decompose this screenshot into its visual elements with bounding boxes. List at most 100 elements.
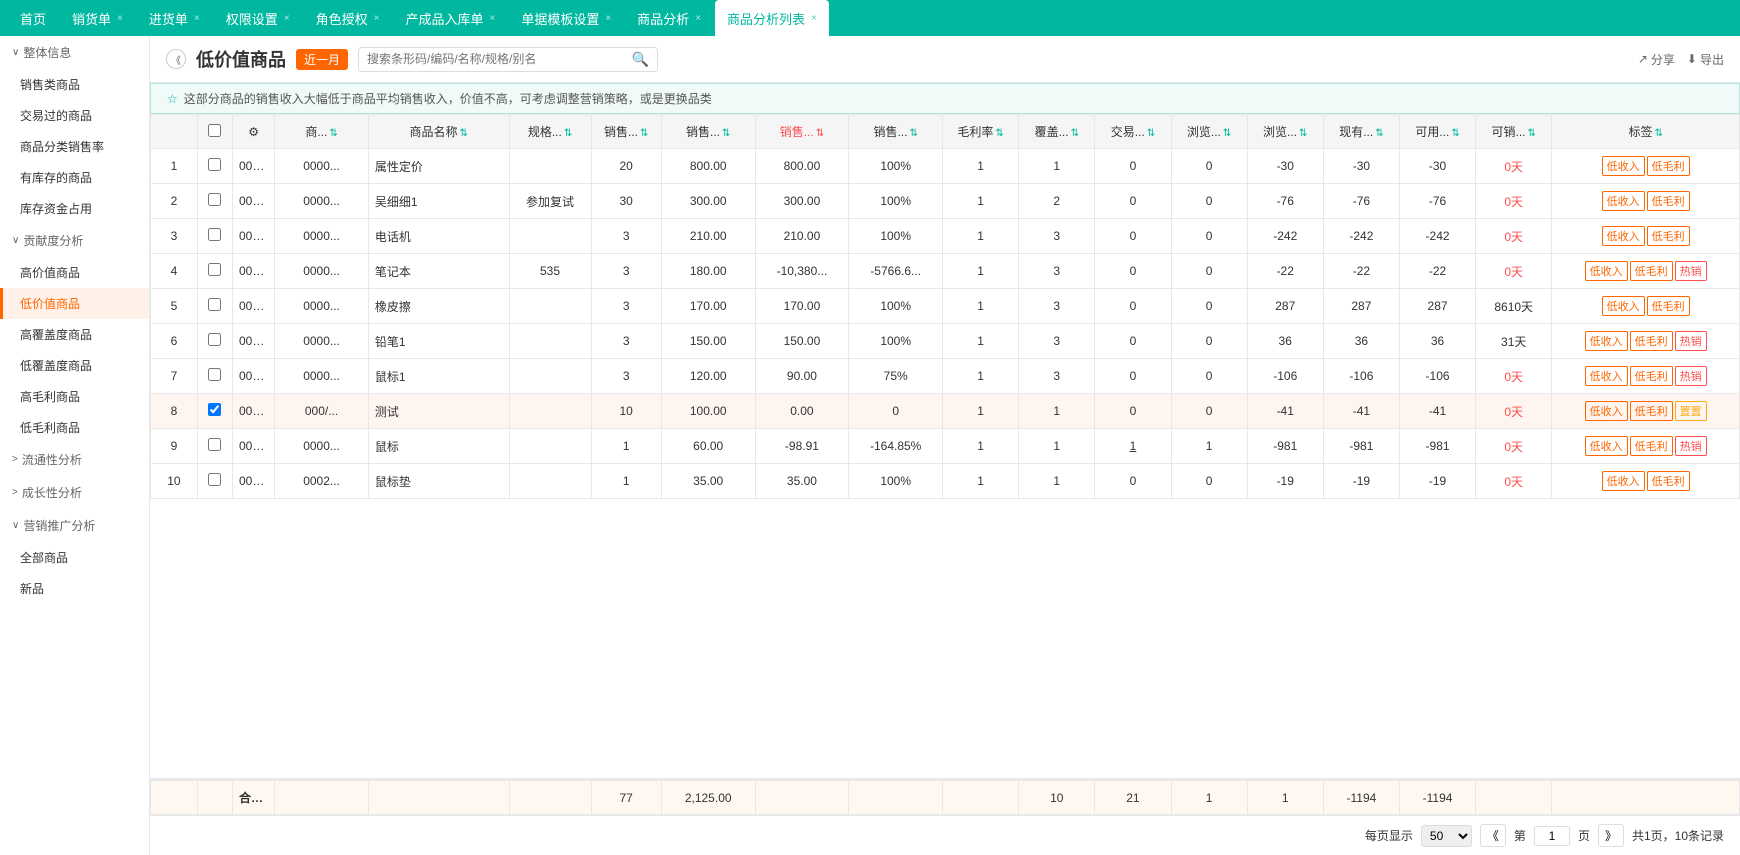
col-browse2-header[interactable]: 浏览...⇅: [1247, 115, 1323, 149]
row-checkbox[interactable]: [208, 473, 221, 486]
sidebar-group-marketing[interactable]: ∨ 营销推广分析: [0, 509, 149, 542]
col-tag-header[interactable]: 标签⇅: [1552, 115, 1740, 149]
col-sales-val1-header[interactable]: 销售...⇅: [661, 115, 755, 149]
page-number-input[interactable]: [1534, 826, 1570, 846]
footer-trade: 21: [1095, 781, 1171, 815]
row-checkbox-cell[interactable]: [197, 289, 232, 324]
sidebar-item-traded-products[interactable]: 交易过的商品: [0, 100, 149, 131]
col-settings[interactable]: ⚙: [233, 115, 275, 149]
col-sales-qty-header[interactable]: 销售...⇅: [591, 115, 661, 149]
sidebar-group-growth[interactable]: > 成长性分析: [0, 476, 149, 509]
sidebar-item-new-products[interactable]: 新品: [0, 573, 149, 604]
select-all-checkbox[interactable]: [208, 124, 221, 137]
nav-permission[interactable]: 权限设置 ×: [214, 0, 302, 36]
browse-link[interactable]: 1: [1130, 439, 1137, 453]
col-spec-header[interactable]: 规格...⇅: [509, 115, 591, 149]
sidebar-item-low-margin[interactable]: 低毛利商品: [0, 412, 149, 443]
row-sales-qty: 3: [591, 219, 661, 254]
close-icon[interactable]: ×: [695, 13, 701, 24]
row-checkbox-cell[interactable]: [197, 219, 232, 254]
row-checkbox-cell[interactable]: [197, 184, 232, 219]
row-browse2: -981: [1247, 429, 1323, 464]
row-code: 0000...: [233, 289, 275, 324]
row-checkbox[interactable]: [208, 298, 221, 311]
sidebar-group-flow[interactable]: > 流通性分析: [0, 443, 149, 476]
first-page-button[interactable]: 《: [1480, 824, 1506, 847]
last-page-button[interactable]: 》: [1598, 824, 1624, 847]
sidebar-item-sales-products[interactable]: 销售类商品: [0, 69, 149, 100]
search-input[interactable]: [367, 52, 626, 66]
table-container[interactable]: ⚙ 商...⇅ 商品名称⇅ 规格...⇅ 销售...⇅ 销售...⇅ 销售...…: [150, 114, 1740, 778]
per-page-select[interactable]: 50 100 200: [1421, 825, 1472, 847]
sidebar-item-all-products[interactable]: 全部商品: [0, 542, 149, 573]
row-checkbox-cell[interactable]: [197, 324, 232, 359]
row-checkbox-cell[interactable]: [197, 394, 232, 429]
nav-purchase-order[interactable]: 进货单 ×: [137, 0, 212, 36]
col-sales-val3-header[interactable]: 销售...⇅: [849, 115, 943, 149]
col-stock1-header[interactable]: 现有...⇅: [1323, 115, 1399, 149]
period-button[interactable]: 近一月: [296, 49, 348, 70]
close-icon[interactable]: ×: [284, 13, 290, 24]
row-checkbox-cell[interactable]: [197, 254, 232, 289]
row-checkbox[interactable]: [208, 228, 221, 241]
product-tag: 低收入: [1602, 226, 1645, 246]
nav-template-settings[interactable]: 单据模板设置 ×: [509, 0, 623, 36]
close-icon[interactable]: ×: [117, 13, 123, 24]
col-code-header[interactable]: 商...⇅: [275, 115, 369, 149]
product-tag: 低毛利: [1630, 331, 1673, 351]
settings-icon[interactable]: ⚙: [248, 125, 259, 139]
sidebar-item-stock-capital[interactable]: 库存资金占用: [0, 193, 149, 224]
row-checkbox-cell[interactable]: [197, 464, 232, 499]
row-checkbox-cell[interactable]: [197, 429, 232, 464]
nav-sales-order[interactable]: 销货单 ×: [60, 0, 135, 36]
sidebar-group-overall[interactable]: ∨ 整体信息: [0, 36, 149, 69]
close-icon[interactable]: ×: [194, 13, 200, 24]
share-button[interactable]: ↗ 分享: [1638, 51, 1675, 68]
col-trade-header[interactable]: 交易...⇅: [1095, 115, 1171, 149]
col-browse1-header[interactable]: 浏览...⇅: [1171, 115, 1247, 149]
page-suffix-label: 页: [1578, 827, 1590, 844]
sidebar-item-high-value[interactable]: 高价值商品: [0, 257, 149, 288]
nav-product-analysis-list[interactable]: 商品分析列表 ×: [715, 0, 829, 36]
row-checkbox[interactable]: [208, 333, 221, 346]
sidebar-item-stocked-products[interactable]: 有库存的商品: [0, 162, 149, 193]
row-checkbox[interactable]: [208, 193, 221, 206]
col-sell-header[interactable]: 可销...⇅: [1476, 115, 1552, 149]
close-icon[interactable]: ×: [605, 13, 611, 24]
content-header: 《 低价值商品 近一月 🔍 ↗ 分享 ⬇ 导出: [150, 36, 1740, 83]
close-icon[interactable]: ×: [811, 13, 817, 24]
footer-stock2: -1194: [1399, 781, 1475, 815]
row-browse2: -41: [1247, 394, 1323, 429]
col-check[interactable]: [197, 115, 232, 149]
nav-home[interactable]: 首页: [8, 0, 58, 36]
row-checkbox-cell[interactable]: [197, 149, 232, 184]
close-icon[interactable]: ×: [489, 13, 495, 24]
sidebar-item-high-coverage[interactable]: 高覆盖度商品: [0, 319, 149, 350]
close-icon[interactable]: ×: [374, 13, 380, 24]
product-tag: 低毛利: [1647, 296, 1690, 316]
row-checkbox[interactable]: [208, 438, 221, 451]
row-checkbox[interactable]: [208, 158, 221, 171]
content-area: 《 低价值商品 近一月 🔍 ↗ 分享 ⬇ 导出 ☆ 这部分商品的销售: [150, 36, 1740, 855]
row-number: 3: [151, 219, 198, 254]
row-checkbox[interactable]: [208, 403, 221, 416]
product-tag: 低毛利: [1630, 436, 1673, 456]
sidebar-item-low-coverage[interactable]: 低覆盖度商品: [0, 350, 149, 381]
col-name-header[interactable]: 商品名称⇅: [368, 115, 509, 149]
nav-product-storage[interactable]: 产成品入库单 ×: [393, 0, 507, 36]
col-gross-header[interactable]: 毛利率⇅: [943, 115, 1019, 149]
col-stock2-header[interactable]: 可用...⇅: [1399, 115, 1475, 149]
nav-product-analysis[interactable]: 商品分析 ×: [625, 0, 713, 36]
sidebar-group-contribution[interactable]: ∨ 贡献度分析: [0, 224, 149, 257]
sidebar-item-high-margin[interactable]: 高毛利商品: [0, 381, 149, 412]
sidebar-item-low-value[interactable]: 低价值商品: [0, 288, 149, 319]
nav-role-auth[interactable]: 角色授权 ×: [304, 0, 392, 36]
row-checkbox[interactable]: [208, 263, 221, 276]
col-sales-val2-header[interactable]: 销售...⇅: [755, 115, 849, 149]
sidebar-item-category-rate[interactable]: 商品分类销售率: [0, 131, 149, 162]
row-checkbox-cell[interactable]: [197, 359, 232, 394]
collapse-sidebar-button[interactable]: 《: [166, 49, 186, 69]
col-cover-header[interactable]: 覆盖...⇅: [1019, 115, 1095, 149]
row-checkbox[interactable]: [208, 368, 221, 381]
export-button[interactable]: ⬇ 导出: [1687, 51, 1724, 68]
